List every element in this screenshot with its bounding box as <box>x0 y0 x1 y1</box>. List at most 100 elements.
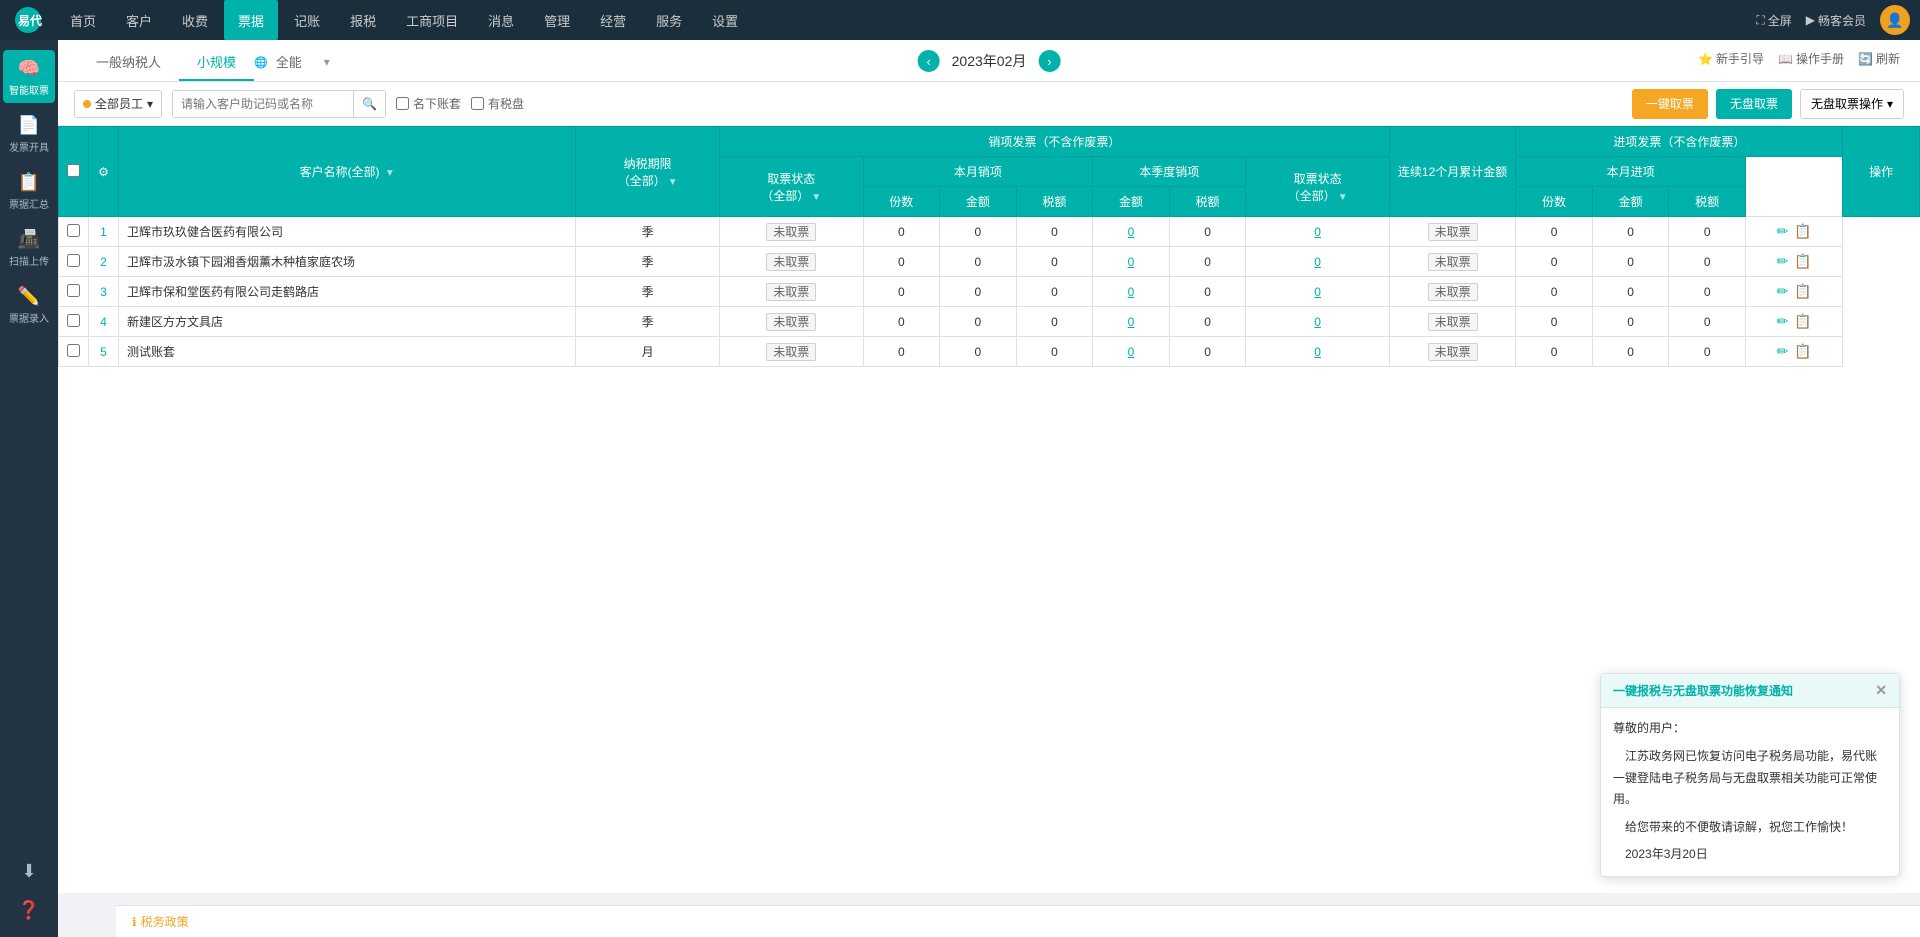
prev-month-btn[interactable]: ‹ <box>918 50 940 72</box>
fullscreen-btn[interactable]: ⛶ 全屏 <box>1756 12 1791 29</box>
row-checkbox[interactable] <box>67 284 80 297</box>
tab-all[interactable]: 全能 <box>272 43 320 81</box>
tab-general-taxpayer[interactable]: 一般纳税人 <box>78 43 179 81</box>
nav-tax[interactable]: 报税 <box>336 0 390 40</box>
no-disk-ticket-btn[interactable]: 无盘取票 <box>1716 89 1792 119</box>
select-all-checkbox[interactable] <box>67 164 80 177</box>
purchase-amount: 0 <box>1627 225 1634 239</box>
tab-all-dropdown-icon[interactable]: ▾ <box>324 55 330 69</box>
row-sale-quarter-tax-cell: 0 <box>1169 307 1246 337</box>
notification-close-btn[interactable]: ✕ <box>1875 682 1887 699</box>
nav-message[interactable]: 消息 <box>474 0 528 40</box>
next-month-btn[interactable]: › <box>1038 50 1060 72</box>
customer-filter-icon[interactable]: ▼ <box>385 168 395 179</box>
row-purchase-amount-cell: 0 <box>1592 307 1669 337</box>
detail-icon[interactable]: 📋 <box>1794 253 1811 270</box>
row-sale-12months-cell: 0 <box>1246 277 1390 307</box>
table-row: 2 卫辉市汲水镇下园湘香烟薰木种植家庭农场 季 未取票 0 0 0 0 0 0 … <box>59 247 1920 277</box>
edit-icon[interactable]: ✏ <box>1777 343 1789 360</box>
filter-dot <box>83 100 91 108</box>
row-tax-period-cell: 季 <box>576 217 720 247</box>
search-button[interactable]: 🔍 <box>353 91 385 117</box>
nav-bookkeeping[interactable]: 记账 <box>280 0 334 40</box>
sidebar-item-help[interactable]: ❓ <box>3 892 55 927</box>
name-account-label: 名下账套 <box>413 95 461 112</box>
sale-quarter-tax: 0 <box>1204 315 1211 329</box>
nav-invoice[interactable]: 票据 <box>224 0 278 40</box>
detail-icon[interactable]: 📋 <box>1794 283 1811 300</box>
nav-service[interactable]: 服务 <box>642 0 696 40</box>
table-row: 3 卫辉市保和堂医药有限公司走鹤路店 季 未取票 0 0 0 0 0 0 未取票… <box>59 277 1920 307</box>
nav-business[interactable]: 工商项目 <box>392 0 472 40</box>
manual-btn[interactable]: 📖 操作手册 <box>1778 50 1844 67</box>
tax-disk-filter[interactable]: 有税盘 <box>471 95 524 112</box>
sidebar-item-invoice-open[interactable]: 📄 发票开具 <box>3 107 55 160</box>
sale-month-amount: 0 <box>975 225 982 239</box>
sale-quarter-amount[interactable]: 0 <box>1128 315 1135 329</box>
sale-quarter-amount[interactable]: 0 <box>1128 255 1135 269</box>
name-account-filter[interactable]: 名下账套 <box>396 95 461 112</box>
sidebar-item-invoice-entry[interactable]: ✏️ 票据录入 <box>3 278 55 331</box>
sale-quarter-amount[interactable]: 0 <box>1128 285 1135 299</box>
sidebar-item-scan-upload[interactable]: 📠 扫描上传 <box>3 221 55 274</box>
guide-btn[interactable]: ⭐ 新手引导 <box>1698 50 1764 67</box>
sale-12months[interactable]: 0 <box>1314 315 1321 329</box>
invoice-summary-icon: 📋 <box>18 172 40 193</box>
main-table: ⚙ 客户名称(全部) ▼ 纳税期限（全部）▼ 销项发票（不含作废票） 连续12个… <box>58 126 1920 367</box>
sale-12months[interactable]: 0 <box>1314 285 1321 299</box>
sale-quarter-tax: 0 <box>1204 345 1211 359</box>
nav-home[interactable]: 首页 <box>56 0 110 40</box>
detail-icon[interactable]: 📋 <box>1794 313 1811 330</box>
sale-12months[interactable]: 0 <box>1314 225 1321 239</box>
sidebar-item-invoice-summary[interactable]: 📋 票据汇总 <box>3 164 55 217</box>
nav-operation[interactable]: 经营 <box>586 0 640 40</box>
edit-icon[interactable]: ✏ <box>1777 253 1789 270</box>
sale-quarter-amount[interactable]: 0 <box>1128 225 1135 239</box>
sale-12months[interactable]: 0 <box>1314 255 1321 269</box>
month-nav: ‹ 2023年02月 › <box>918 50 1061 72</box>
row-checkbox[interactable] <box>67 344 80 357</box>
tax-period-value: 季 <box>642 315 654 329</box>
row-sale-month-amount-cell: 0 <box>940 277 1017 307</box>
customer-name: 卫辉市汲水镇下园湘香烟薰木种植家庭农场 <box>127 255 355 269</box>
purchase-status-filter-icon[interactable]: ▼ <box>1338 192 1348 203</box>
detail-icon[interactable]: 📋 <box>1794 223 1811 240</box>
edit-icon[interactable]: ✏ <box>1777 313 1789 330</box>
row-checkbox[interactable] <box>67 314 80 327</box>
name-account-checkbox[interactable] <box>396 97 409 110</box>
row-purchase-copies-cell: 0 <box>1516 217 1593 247</box>
one-click-ticket-btn[interactable]: 一键取票 <box>1632 89 1708 119</box>
detail-icon[interactable]: 📋 <box>1794 343 1811 360</box>
tax-disk-checkbox[interactable] <box>471 97 484 110</box>
refresh-btn[interactable]: 🔄 刷新 <box>1858 50 1900 67</box>
employee-filter[interactable]: 全部员工 ▾ <box>74 90 162 118</box>
tax-disk-label: 有税盘 <box>488 95 524 112</box>
row-checkbox[interactable] <box>67 254 80 267</box>
tab-small-scale[interactable]: 小规模 <box>179 43 254 81</box>
tax-period-filter-icon[interactable]: ▼ <box>668 177 678 188</box>
row-checkbox[interactable] <box>67 224 80 237</box>
edit-icon[interactable]: ✏ <box>1777 223 1789 240</box>
row-purchase-copies-cell: 0 <box>1516 247 1593 277</box>
nav-fee[interactable]: 收费 <box>168 0 222 40</box>
sale-quarter-amount[interactable]: 0 <box>1128 345 1135 359</box>
no-disk-ops-btn[interactable]: 无盘取票操作 ▾ <box>1800 89 1904 119</box>
tax-policy-link[interactable]: 税务政策 <box>141 913 189 930</box>
edit-icon[interactable]: ✏ <box>1777 283 1789 300</box>
nav-settings[interactable]: 设置 <box>698 0 752 40</box>
nav-manage[interactable]: 管理 <box>530 0 584 40</box>
row-sale-quarter-amount-cell: 0 <box>1093 307 1170 337</box>
member-btn[interactable]: ▶ 畅客会员 <box>1806 12 1866 29</box>
purchase-copies: 0 <box>1551 225 1558 239</box>
sale-month-tax: 0 <box>1051 285 1058 299</box>
nav-customer[interactable]: 客户 <box>112 0 166 40</box>
bottom-bar: ℹ 税务政策 <box>116 905 1920 937</box>
sale-12months[interactable]: 0 <box>1314 345 1321 359</box>
sale-status-filter-icon[interactable]: ▼ <box>811 192 821 203</box>
table-row: 1 卫辉市玖玖健合医药有限公司 季 未取票 0 0 0 0 0 0 未取票 0 … <box>59 217 1920 247</box>
sale-quarter-tax: 0 <box>1204 285 1211 299</box>
sidebar-item-download[interactable]: ⬇ <box>3 853 55 888</box>
search-input[interactable] <box>173 91 353 117</box>
sidebar-item-smart-ticket[interactable]: 🧠 智能取票 <box>3 50 55 103</box>
user-avatar[interactable]: 👤 <box>1880 5 1910 35</box>
